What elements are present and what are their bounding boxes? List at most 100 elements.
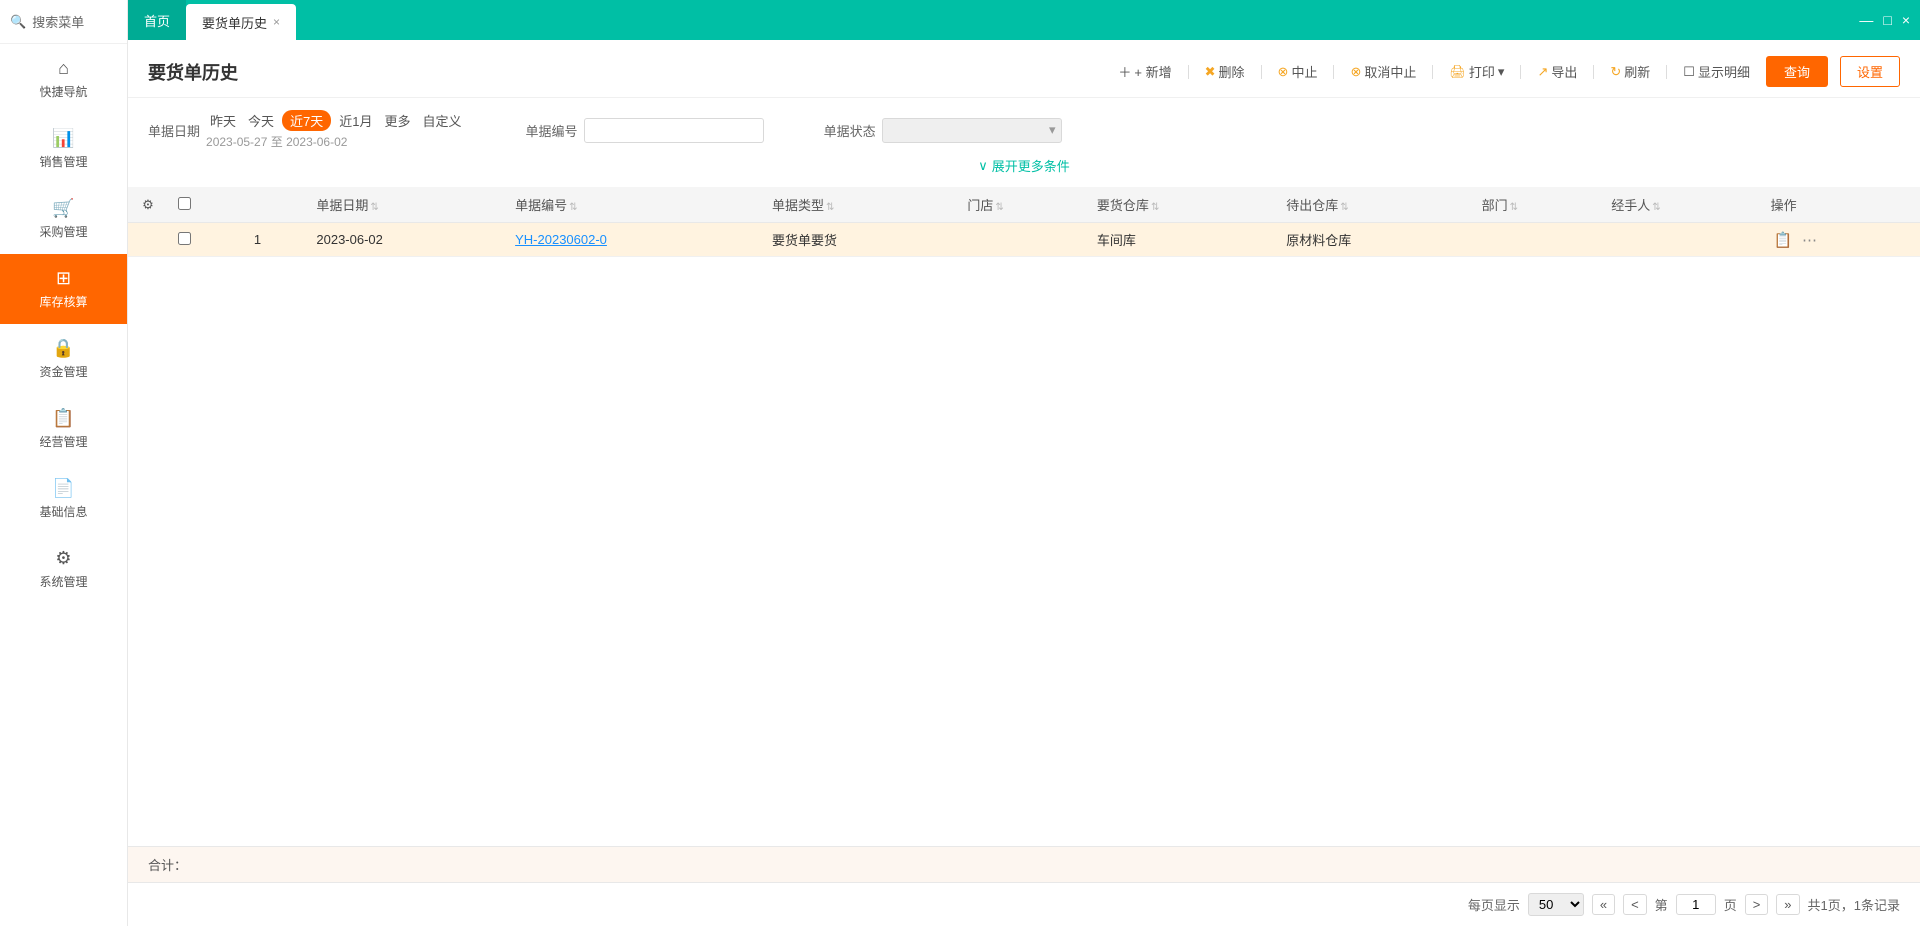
export-icon: ↗ bbox=[1537, 64, 1548, 80]
search-icon: 🔍 bbox=[10, 14, 26, 30]
sidebar: 🔍 搜索菜单 ⌂ 快捷导航 📊 销售管理 🛒 采购管理 ⊞ 库存核算 🔒 资金管… bbox=[0, 0, 128, 926]
new-button[interactable]: ＋ + 新增 bbox=[1114, 60, 1175, 83]
stop-button[interactable]: ⊗ 中止 bbox=[1274, 60, 1322, 83]
finance-icon: 🔒 bbox=[52, 338, 74, 359]
th-store[interactable]: 门店⇅ bbox=[957, 187, 1087, 223]
sidebar-item-shortcut[interactable]: ⌂ 快捷导航 bbox=[0, 44, 127, 114]
sidebar-item-sales[interactable]: 📊 销售管理 bbox=[0, 114, 127, 184]
row-checkbox[interactable] bbox=[178, 232, 191, 245]
checkbox-icon: ☐ bbox=[1683, 64, 1695, 80]
tab-active[interactable]: 要货单历史 × bbox=[186, 4, 296, 40]
refresh-button[interactable]: ↻ 刷新 bbox=[1606, 60, 1654, 83]
data-table: ⚙ 单据日期⇅ 单据编号⇅ 单据类型⇅ 门店⇅ 要货仓库⇅ 待出仓库⇅ 部门⇅ … bbox=[128, 187, 1920, 257]
per-page-select[interactable]: 50 100 bbox=[1528, 893, 1584, 916]
more-op-icon[interactable]: ⋯ bbox=[1799, 232, 1820, 249]
divider bbox=[1261, 65, 1262, 79]
order-no-link[interactable]: YH-20230602-0 bbox=[515, 232, 607, 247]
next-page-btn[interactable]: > bbox=[1745, 894, 1769, 915]
sidebar-item-system[interactable]: ⚙ 系统管理 bbox=[0, 534, 127, 604]
th-no[interactable]: 单据编号⇅ bbox=[505, 187, 762, 223]
inventory-icon: ⊞ bbox=[56, 268, 71, 289]
expand-more-btn[interactable]: ∨ 展开更多条件 bbox=[148, 150, 1900, 179]
th-type[interactable]: 单据类型⇅ bbox=[762, 187, 957, 223]
operation-icon: 📋 bbox=[52, 408, 74, 429]
setting-button[interactable]: 设置 bbox=[1840, 56, 1900, 87]
td-dept bbox=[1472, 223, 1602, 257]
query-button[interactable]: 查询 bbox=[1766, 56, 1828, 87]
sidebar-item-label: 资金管理 bbox=[39, 363, 87, 380]
sort-no-icon: ⇅ bbox=[569, 202, 577, 213]
divider bbox=[1520, 65, 1521, 79]
date-option-yesterday[interactable]: 昨天 bbox=[206, 110, 240, 131]
date-range-display: 2023-05-27 至 2023-06-02 bbox=[206, 133, 466, 150]
sidebar-item-purchase[interactable]: 🛒 采购管理 bbox=[0, 184, 127, 254]
select-all-checkbox[interactable] bbox=[178, 197, 191, 210]
sidebar-item-basic[interactable]: 📄 基础信息 bbox=[0, 464, 127, 534]
first-page-btn[interactable]: « bbox=[1592, 894, 1615, 915]
date-option-1month[interactable]: 近1月 bbox=[335, 110, 376, 131]
order-no-input[interactable] bbox=[584, 118, 764, 143]
main-area: 首页 要货单历史 × — □ × 要货单历史 ＋ + 新增 ✖ 删除 bbox=[128, 0, 1920, 926]
sidebar-item-finance[interactable]: 🔒 资金管理 bbox=[0, 324, 127, 394]
cancel-stop-icon: ⊗ bbox=[1350, 64, 1361, 80]
page-suffix: 页 bbox=[1724, 895, 1737, 914]
sort-pending-wh-icon: ⇅ bbox=[1340, 202, 1348, 213]
date-option-custom[interactable]: 自定义 bbox=[419, 110, 466, 131]
per-page-label: 每页显示 bbox=[1468, 895, 1520, 914]
order-no-filter: 单据编号 bbox=[526, 118, 764, 143]
th-operation: 操作 bbox=[1761, 187, 1920, 223]
sort-date-icon: ⇅ bbox=[370, 202, 378, 213]
table-footer: 合计： bbox=[128, 846, 1920, 882]
date-option-today[interactable]: 今天 bbox=[244, 110, 278, 131]
td-index: 1 bbox=[244, 223, 307, 257]
delete-button[interactable]: ✖ 删除 bbox=[1201, 60, 1249, 83]
date-option-7days[interactable]: 近7天 bbox=[282, 110, 331, 131]
th-dept[interactable]: 部门⇅ bbox=[1472, 187, 1602, 223]
th-pending-warehouse[interactable]: 待出仓库⇅ bbox=[1276, 187, 1471, 223]
print-icon: 🖨 bbox=[1449, 64, 1466, 80]
export-button[interactable]: ↗ 导出 bbox=[1533, 60, 1581, 83]
sidebar-search[interactable]: 🔍 搜索菜单 bbox=[0, 0, 127, 44]
td-handler bbox=[1601, 223, 1760, 257]
date-option-more[interactable]: 更多 bbox=[381, 110, 415, 131]
new-icon: ＋ bbox=[1118, 62, 1131, 81]
refresh-icon: ↻ bbox=[1610, 64, 1621, 80]
status-select[interactable] bbox=[882, 118, 1062, 143]
status-filter: 单据状态 ▾ bbox=[824, 118, 1062, 143]
divider bbox=[1593, 65, 1594, 79]
tab-close-icon[interactable]: × bbox=[273, 15, 280, 29]
edit-op-icon[interactable]: 📋 bbox=[1771, 232, 1796, 249]
sidebar-item-label: 采购管理 bbox=[39, 223, 87, 240]
sidebar-item-label: 经营管理 bbox=[39, 433, 87, 450]
toolbar: ＋ + 新增 ✖ 删除 ⊗ 中止 ⊗ 取消中止 bbox=[1114, 56, 1900, 87]
th-date[interactable]: 单据日期⇅ bbox=[306, 187, 505, 223]
maximize-icon[interactable]: □ bbox=[1883, 12, 1891, 28]
th-settings[interactable]: ⚙ bbox=[128, 187, 168, 223]
td-date: 2023-06-02 bbox=[306, 223, 505, 257]
system-icon: ⚙ bbox=[55, 548, 71, 569]
prev-page-btn[interactable]: < bbox=[1623, 894, 1647, 915]
th-req-warehouse[interactable]: 要货仓库⇅ bbox=[1087, 187, 1276, 223]
sidebar-item-label: 基础信息 bbox=[39, 503, 87, 520]
expand-more-label: 展开更多条件 bbox=[992, 156, 1070, 175]
sidebar-item-inventory[interactable]: ⊞ 库存核算 bbox=[0, 254, 127, 324]
show-detail-button[interactable]: ☐ 显示明细 bbox=[1679, 60, 1754, 83]
topbar-window-controls: — □ × bbox=[1859, 12, 1910, 28]
tab-home[interactable]: 首页 bbox=[128, 0, 186, 40]
print-button[interactable]: 🖨 打印 ▾ bbox=[1445, 60, 1508, 83]
page-input[interactable] bbox=[1676, 894, 1716, 915]
cancel-stop-button[interactable]: ⊗ 取消中止 bbox=[1346, 60, 1420, 83]
sort-dept-icon: ⇅ bbox=[1510, 202, 1518, 213]
divider bbox=[1188, 65, 1189, 79]
sidebar-item-operation[interactable]: 📋 经营管理 bbox=[0, 394, 127, 464]
window-close-icon[interactable]: × bbox=[1902, 12, 1910, 28]
order-no-label: 单据编号 bbox=[526, 121, 578, 140]
th-handler[interactable]: 经手人⇅ bbox=[1601, 187, 1760, 223]
td-checkbox bbox=[168, 223, 244, 257]
print-arrow-icon: ▾ bbox=[1498, 64, 1505, 80]
last-page-btn[interactable]: » bbox=[1776, 894, 1799, 915]
divider bbox=[1666, 65, 1667, 79]
minimize-icon[interactable]: — bbox=[1859, 12, 1873, 28]
shortcut-icon: ⌂ bbox=[58, 58, 69, 79]
sort-handler-icon: ⇅ bbox=[1652, 202, 1660, 213]
